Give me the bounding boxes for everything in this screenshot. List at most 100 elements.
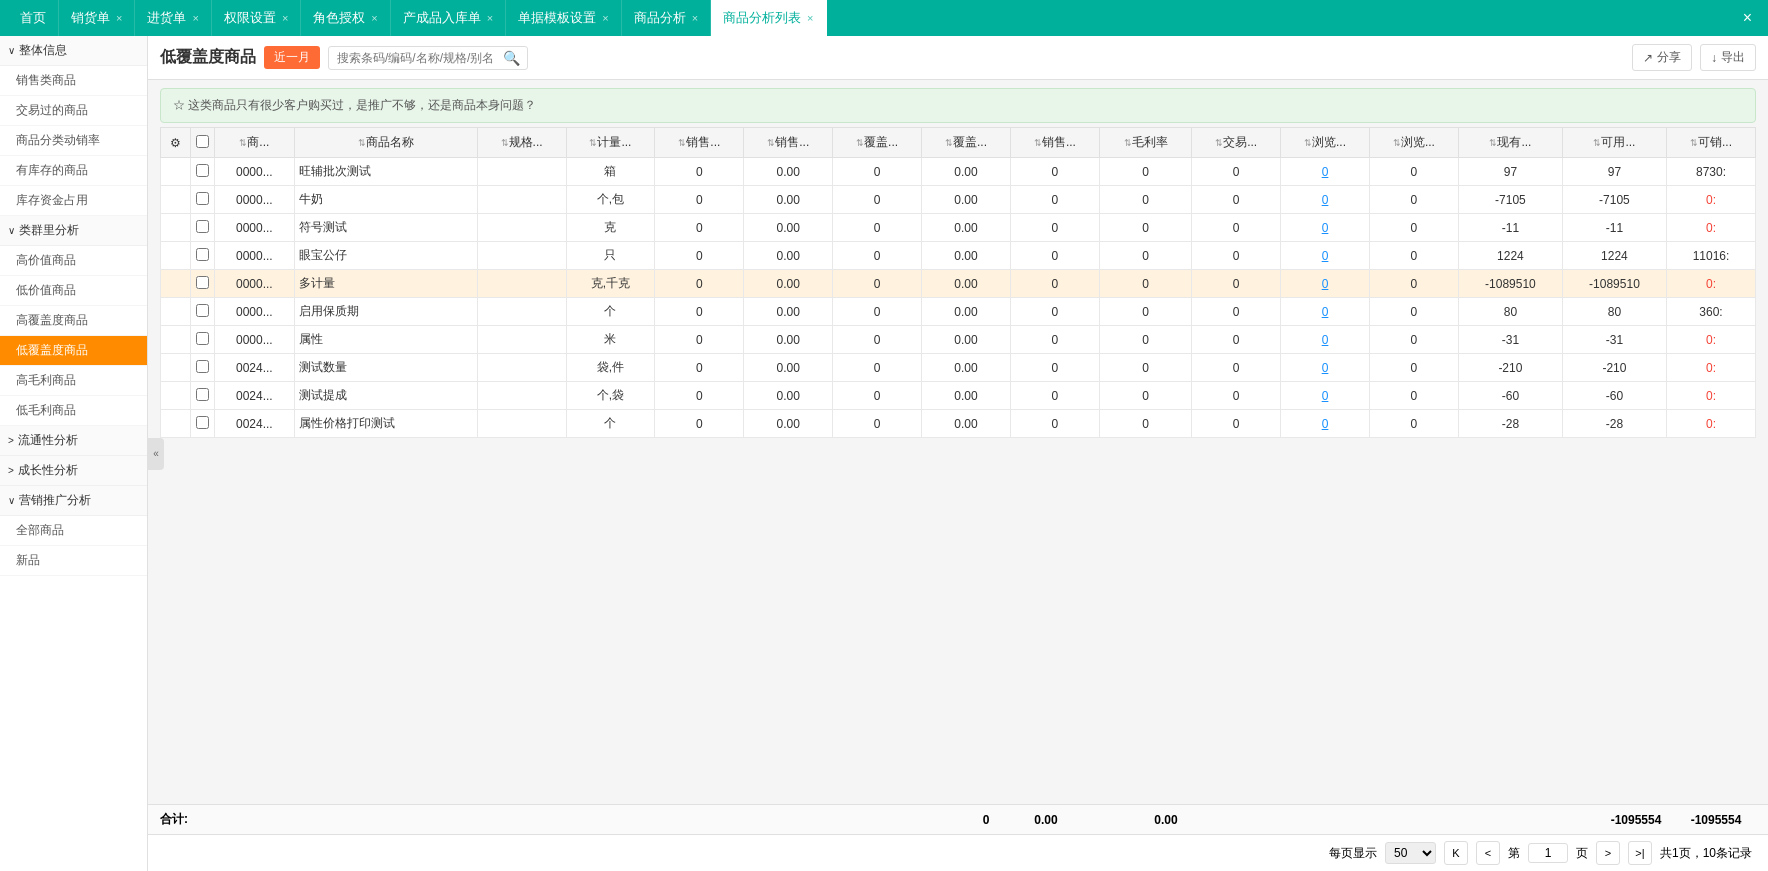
row-select-checkbox[interactable]: [196, 416, 209, 429]
nav-role-auth[interactable]: 角色授权 ×: [301, 0, 390, 36]
col-header-sales-qty[interactable]: ⇅销售...: [655, 128, 744, 158]
sidebar-section-growth[interactable]: > 成长性分析: [0, 456, 147, 486]
browse-link[interactable]: 0: [1322, 277, 1329, 291]
col-header-sales3[interactable]: ⇅销售...: [1010, 128, 1099, 158]
sidebar-item-high-value[interactable]: 高价值商品: [0, 246, 147, 276]
nav-sales-order[interactable]: 销货单 ×: [59, 0, 135, 36]
col-header-name[interactable]: ⇅商品名称: [294, 128, 477, 158]
browse-link[interactable]: 0: [1322, 305, 1329, 319]
nav-home[interactable]: 首页: [8, 0, 59, 36]
col-header-browse1[interactable]: ⇅浏览...: [1281, 128, 1370, 158]
row-settings[interactable]: [161, 270, 191, 298]
row-browse1[interactable]: 0: [1281, 354, 1370, 382]
date-filter-button[interactable]: 近一月: [264, 46, 320, 69]
export-button[interactable]: ↓ 导出: [1700, 44, 1756, 71]
row-select-checkbox[interactable]: [196, 276, 209, 289]
browse-link[interactable]: 0: [1322, 417, 1329, 431]
first-page-button[interactable]: K: [1444, 841, 1468, 865]
row-settings[interactable]: [161, 298, 191, 326]
nav-product-analysis-list[interactable]: 商品分析列表 ×: [711, 0, 826, 36]
sidebar-section-cluster[interactable]: ∨ 类群里分析: [0, 216, 147, 246]
sidebar-collapse-button[interactable]: «: [148, 438, 164, 470]
col-header-spec[interactable]: ⇅规格...: [477, 128, 566, 158]
nav-template-settings[interactable]: 单据模板设置 ×: [506, 0, 621, 36]
share-button[interactable]: ↗ 分享: [1632, 44, 1692, 71]
close-icon[interactable]: ×: [371, 12, 377, 24]
close-icon[interactable]: ×: [282, 12, 288, 24]
sidebar-section-flow[interactable]: > 流通性分析: [0, 426, 147, 456]
row-select-checkbox[interactable]: [196, 360, 209, 373]
sidebar-item-low-margin[interactable]: 低毛利商品: [0, 396, 147, 426]
search-input[interactable]: [328, 46, 528, 70]
select-all-checkbox[interactable]: [196, 135, 209, 148]
row-checkbox[interactable]: [191, 270, 215, 298]
col-header-cov2[interactable]: ⇅覆盖...: [922, 128, 1011, 158]
col-header-current[interactable]: ⇅现有...: [1458, 128, 1562, 158]
row-checkbox[interactable]: [191, 382, 215, 410]
nav-product-analysis[interactable]: 商品分析 ×: [622, 0, 711, 36]
sidebar-item-high-margin[interactable]: 高毛利商品: [0, 366, 147, 396]
row-select-checkbox[interactable]: [196, 164, 209, 177]
row-select-checkbox[interactable]: [196, 220, 209, 233]
browse-link[interactable]: 0: [1322, 249, 1329, 263]
row-select-checkbox[interactable]: [196, 332, 209, 345]
sidebar-section-marketing[interactable]: ∨ 营销推广分析: [0, 486, 147, 516]
sidebar-item-in-stock[interactable]: 有库存的商品: [0, 156, 147, 186]
row-checkbox[interactable]: [191, 410, 215, 438]
col-header-sellable[interactable]: ⇅可销...: [1666, 128, 1755, 158]
col-header-available[interactable]: ⇅可用...: [1562, 128, 1666, 158]
browse-link[interactable]: 0: [1322, 221, 1329, 235]
prev-page-button[interactable]: <: [1476, 841, 1500, 865]
row-settings[interactable]: [161, 382, 191, 410]
close-icon[interactable]: ×: [116, 12, 122, 24]
row-checkbox[interactable]: [191, 354, 215, 382]
nav-purchase-order[interactable]: 进货单 ×: [135, 0, 211, 36]
last-page-button[interactable]: >|: [1628, 841, 1652, 865]
row-checkbox[interactable]: [191, 298, 215, 326]
sidebar-item-capital[interactable]: 库存资金占用: [0, 186, 147, 216]
sidebar-item-sales-goods[interactable]: 销售类商品: [0, 66, 147, 96]
next-page-button[interactable]: >: [1596, 841, 1620, 865]
settings-column-header[interactable]: ⚙: [161, 128, 191, 158]
page-size-select[interactable]: 20 50 100: [1385, 842, 1436, 864]
sidebar-section-overall[interactable]: ∨ 整体信息: [0, 36, 147, 66]
row-settings[interactable]: [161, 326, 191, 354]
row-checkbox[interactable]: [191, 186, 215, 214]
sidebar-item-category-rate[interactable]: 商品分类动销率: [0, 126, 147, 156]
col-header-trade[interactable]: ⇅交易...: [1192, 128, 1281, 158]
row-select-checkbox[interactable]: [196, 248, 209, 261]
row-browse1[interactable]: 0: [1281, 382, 1370, 410]
sidebar-item-traded-goods[interactable]: 交易过的商品: [0, 96, 147, 126]
sidebar-item-new-goods[interactable]: 新品: [0, 546, 147, 576]
row-browse1[interactable]: 0: [1281, 186, 1370, 214]
row-select-checkbox[interactable]: [196, 304, 209, 317]
row-settings[interactable]: [161, 186, 191, 214]
row-checkbox[interactable]: [191, 242, 215, 270]
row-checkbox[interactable]: [191, 158, 215, 186]
browse-link[interactable]: 0: [1322, 389, 1329, 403]
row-browse1[interactable]: 0: [1281, 242, 1370, 270]
col-header-browse2[interactable]: ⇅浏览...: [1369, 128, 1458, 158]
row-settings[interactable]: [161, 158, 191, 186]
browse-link[interactable]: 0: [1322, 165, 1329, 179]
row-settings[interactable]: [161, 214, 191, 242]
page-number-input[interactable]: [1528, 843, 1568, 863]
browse-link[interactable]: 0: [1322, 193, 1329, 207]
browse-link[interactable]: 0: [1322, 361, 1329, 375]
row-select-checkbox[interactable]: [196, 388, 209, 401]
browse-link[interactable]: 0: [1322, 333, 1329, 347]
col-header-gross[interactable]: ⇅毛利率: [1099, 128, 1191, 158]
row-settings[interactable]: [161, 354, 191, 382]
close-icon[interactable]: ×: [192, 12, 198, 24]
col-header-unit[interactable]: ⇅计量...: [566, 128, 655, 158]
row-checkbox[interactable]: [191, 326, 215, 354]
col-header-sales-amt[interactable]: ⇅销售...: [744, 128, 833, 158]
row-checkbox[interactable]: [191, 214, 215, 242]
sidebar-item-all-goods[interactable]: 全部商品: [0, 516, 147, 546]
sidebar-item-low-coverage[interactable]: 低覆盖度商品: [0, 336, 147, 366]
col-header-cov1[interactable]: ⇅覆盖...: [833, 128, 922, 158]
row-select-checkbox[interactable]: [196, 192, 209, 205]
nav-product-entry[interactable]: 产成品入库单 ×: [391, 0, 506, 36]
window-close-button[interactable]: ×: [1735, 9, 1760, 27]
row-browse1[interactable]: 0: [1281, 158, 1370, 186]
